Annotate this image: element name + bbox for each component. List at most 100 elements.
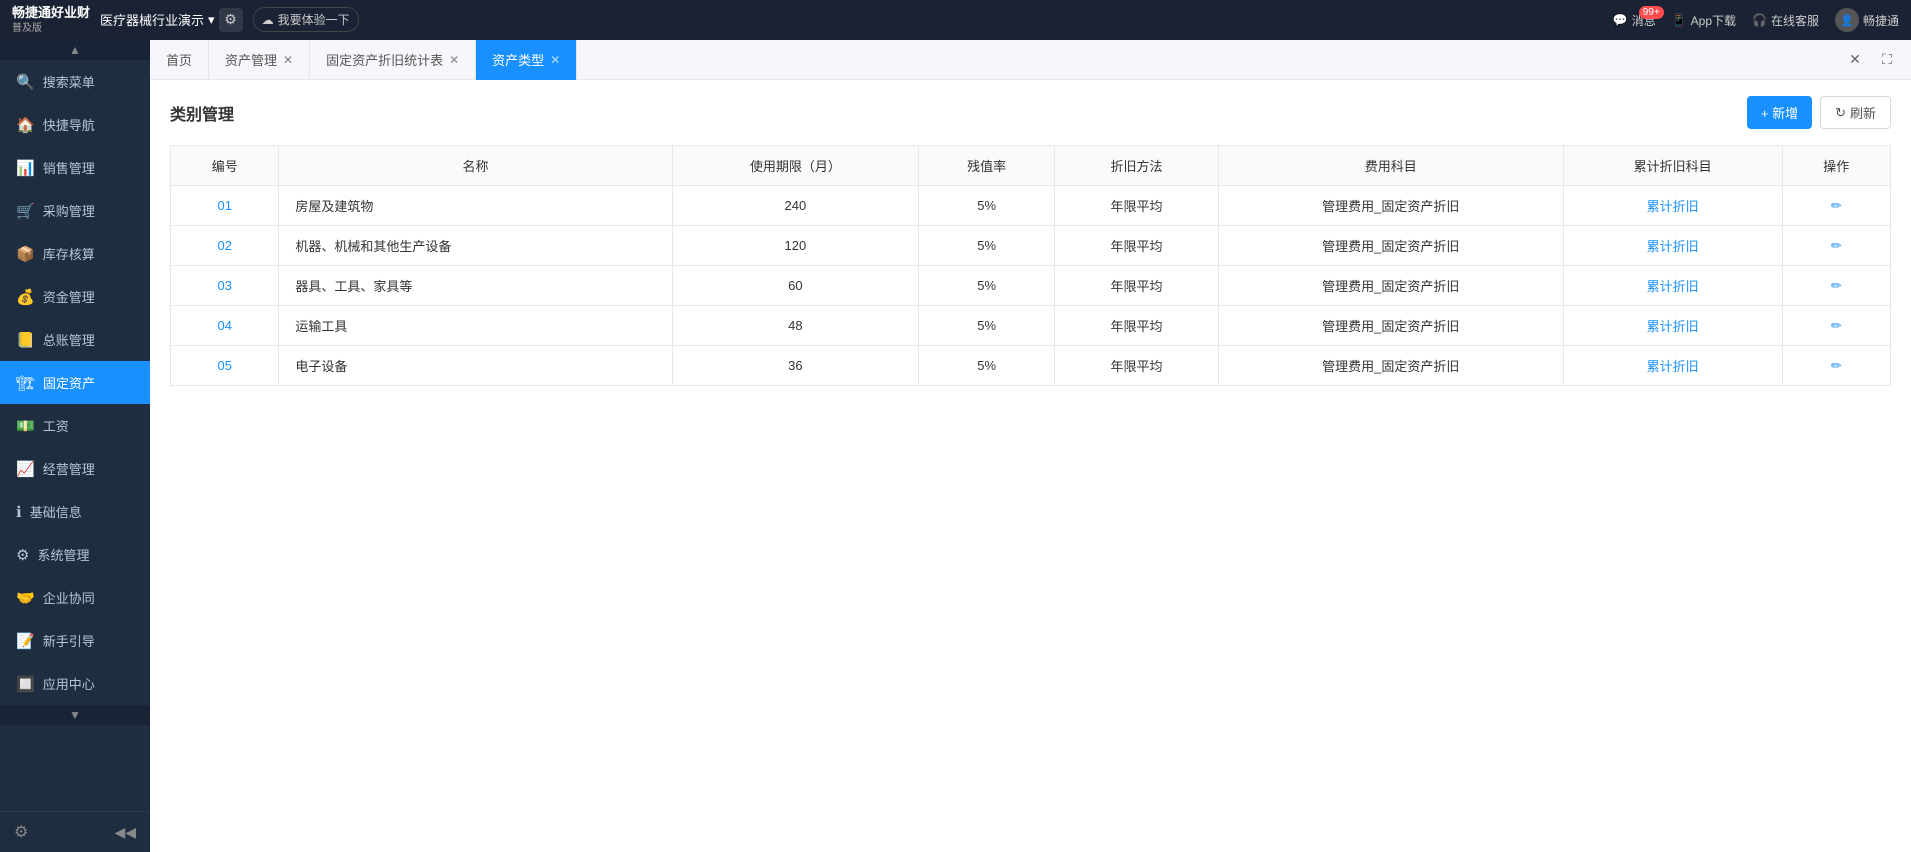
sidebar-item-inventory[interactable]: 📦 库存核算	[0, 232, 150, 275]
tab-asset-mgmt[interactable]: 资产管理 ✕	[209, 40, 310, 80]
sidebar-label-ledger: 总账管理	[43, 330, 95, 349]
sales-icon: 📊	[16, 159, 35, 177]
sidebar-item-sales[interactable]: 📊 销售管理	[0, 146, 150, 189]
sidebar-bottom: ⚙ ◀◀	[0, 811, 150, 852]
cell-method-4: 年限平均	[1055, 346, 1219, 386]
settings-gear-button[interactable]: ⚙	[219, 8, 243, 32]
enterprise-icon: 🤝	[16, 589, 35, 607]
table-row: 04 运输工具 48 5% 年限平均 管理费用_固定资产折旧 累计折旧 ✏	[171, 306, 1891, 346]
sidebar-settings-icon[interactable]: ⚙	[14, 822, 28, 842]
cell-action-0[interactable]: ✏	[1782, 186, 1890, 226]
cell-expense-4: 管理费用_固定资产折旧	[1218, 346, 1563, 386]
experience-button[interactable]: ☁ 我要体验一下	[253, 7, 359, 32]
cell-accum-1: 累计折旧	[1563, 226, 1782, 266]
sidebar-item-capital[interactable]: 💰 资金管理	[0, 275, 150, 318]
cell-action-4[interactable]: ✏	[1782, 346, 1890, 386]
app-logo: 畅捷通好业财 普及版	[12, 5, 90, 35]
edit-button-1[interactable]: ✏	[1831, 238, 1842, 253]
cell-expense-3: 管理费用_固定资产折旧	[1218, 306, 1563, 346]
fixed-assets-icon: 🏗	[16, 374, 35, 392]
cell-method-2: 年限平均	[1055, 266, 1219, 306]
user-profile[interactable]: 👤 畅捷通	[1835, 8, 1899, 32]
cell-action-3[interactable]: ✏	[1782, 306, 1890, 346]
sidebar-item-base-info[interactable]: ℹ 基础信息	[0, 490, 150, 533]
message-badge: 99+	[1639, 6, 1664, 19]
edit-button-3[interactable]: ✏	[1831, 318, 1842, 333]
app-center-icon: 🔲	[16, 675, 35, 693]
sidebar-item-fixed-assets[interactable]: 🏗 固定资产	[0, 361, 150, 404]
sidebar-item-quick-nav[interactable]: 🏠 快捷导航	[0, 103, 150, 146]
sidebar: ▲ 🔍 搜索菜单 🏠 快捷导航 📊 销售管理 🛒 采购管理 📦 库存核算 💰 资…	[0, 40, 150, 852]
col-header-method: 折旧方法	[1055, 146, 1219, 186]
tab-bar: 首页 资产管理 ✕ 固定资产折旧统计表 ✕ 资产类型 ✕ ✕ ⛶	[150, 40, 1911, 80]
sidebar-label-search: 搜索菜单	[43, 72, 95, 91]
tab-asset-type-close[interactable]: ✕	[550, 53, 560, 67]
sidebar-item-ledger[interactable]: 📒 总账管理	[0, 318, 150, 361]
customer-service-label: 在线客服	[1771, 12, 1819, 29]
cell-period-2: 60	[672, 266, 919, 306]
close-window-button[interactable]: ✕	[1843, 48, 1867, 72]
cell-expense-1: 管理费用_固定资产折旧	[1218, 226, 1563, 266]
cell-residual-4: 5%	[919, 346, 1055, 386]
cell-code-4: 05	[171, 346, 279, 386]
tab-asset-type[interactable]: 资产类型 ✕	[476, 40, 577, 80]
tab-fixed-depreciation[interactable]: 固定资产折旧统计表 ✕	[310, 40, 476, 80]
app-download-button[interactable]: 📱 App下载	[1672, 12, 1736, 29]
header-actions: + 新增 ↻ 刷新	[1747, 96, 1891, 129]
search-icon: 🔍	[16, 73, 35, 91]
cell-action-1[interactable]: ✏	[1782, 226, 1890, 266]
tab-asset-mgmt-label: 资产管理	[225, 50, 277, 69]
sidebar-item-system[interactable]: ⚙ 系统管理	[0, 533, 150, 576]
message-button[interactable]: 💬 消息 99+	[1613, 12, 1656, 29]
edit-button-4[interactable]: ✏	[1831, 358, 1842, 373]
maximize-window-button[interactable]: ⛶	[1875, 48, 1899, 72]
industry-selector[interactable]: 医疗器械行业演示 ▾ ⚙	[100, 8, 243, 32]
sidebar-label-sales: 销售管理	[43, 158, 95, 177]
cell-code-0: 01	[171, 186, 279, 226]
cell-name-3: 运输工具	[279, 306, 672, 346]
content-area: 首页 资产管理 ✕ 固定资产折旧统计表 ✕ 资产类型 ✕ ✕ ⛶ 类别管理	[150, 40, 1911, 852]
system-icon: ⚙	[16, 546, 29, 564]
sidebar-scroll-up[interactable]: ▲	[0, 40, 150, 60]
tab-fixed-depreciation-close[interactable]: ✕	[449, 53, 459, 67]
base-info-icon: ℹ	[16, 503, 22, 521]
payroll-icon: 💵	[16, 417, 35, 435]
sidebar-label-system: 系统管理	[37, 545, 89, 564]
refresh-button[interactable]: ↻ 刷新	[1820, 96, 1891, 129]
tab-asset-mgmt-close[interactable]: ✕	[283, 53, 293, 67]
sidebar-item-enterprise[interactable]: 🤝 企业协同	[0, 576, 150, 619]
tab-asset-type-label: 资产类型	[492, 50, 544, 69]
cell-name-0: 房屋及建筑物	[279, 186, 672, 226]
customer-service-button[interactable]: 🎧 在线客服	[1752, 12, 1819, 29]
sidebar-label-base-info: 基础信息	[30, 502, 82, 521]
app-name: 畅捷通好业财	[12, 5, 90, 22]
sidebar-scroll-down[interactable]: ▼	[0, 705, 150, 725]
edit-button-0[interactable]: ✏	[1831, 198, 1842, 213]
sidebar-item-guide[interactable]: 📝 新手引导	[0, 619, 150, 662]
cell-code-3: 04	[171, 306, 279, 346]
sidebar-item-operations[interactable]: 📈 经营管理	[0, 447, 150, 490]
cell-accum-2: 累计折旧	[1563, 266, 1782, 306]
cell-method-0: 年限平均	[1055, 186, 1219, 226]
cell-residual-3: 5%	[919, 306, 1055, 346]
add-button[interactable]: + 新增	[1747, 96, 1812, 129]
sidebar-item-purchase[interactable]: 🛒 采购管理	[0, 189, 150, 232]
sidebar-item-app-center[interactable]: 🔲 应用中心	[0, 662, 150, 705]
top-bar: 畅捷通好业财 普及版 医疗器械行业演示 ▾ ⚙ ☁ 我要体验一下 💬 消息 99…	[0, 0, 1911, 40]
cell-accum-3: 累计折旧	[1563, 306, 1782, 346]
selector-label: 医疗器械行业演示	[100, 10, 204, 29]
table-row: 03 器具、工具、家具等 60 5% 年限平均 管理费用_固定资产折旧 累计折旧…	[171, 266, 1891, 306]
sidebar-label-inventory: 库存核算	[43, 244, 95, 263]
sidebar-item-payroll[interactable]: 💵 工资	[0, 404, 150, 447]
edit-button-2[interactable]: ✏	[1831, 278, 1842, 293]
capital-icon: 💰	[16, 288, 35, 306]
tab-home[interactable]: 首页	[150, 40, 209, 80]
sidebar-item-search[interactable]: 🔍 搜索菜单	[0, 60, 150, 103]
table-row: 05 电子设备 36 5% 年限平均 管理费用_固定资产折旧 累计折旧 ✏	[171, 346, 1891, 386]
cell-action-2[interactable]: ✏	[1782, 266, 1890, 306]
sidebar-collapse-icon[interactable]: ◀◀	[114, 824, 136, 841]
cell-period-1: 120	[672, 226, 919, 266]
cell-expense-0: 管理费用_固定资产折旧	[1218, 186, 1563, 226]
page-title: 类别管理	[170, 101, 234, 125]
page-content: 类别管理 + 新增 ↻ 刷新 编号 名称 使用期限（月）	[150, 80, 1911, 852]
